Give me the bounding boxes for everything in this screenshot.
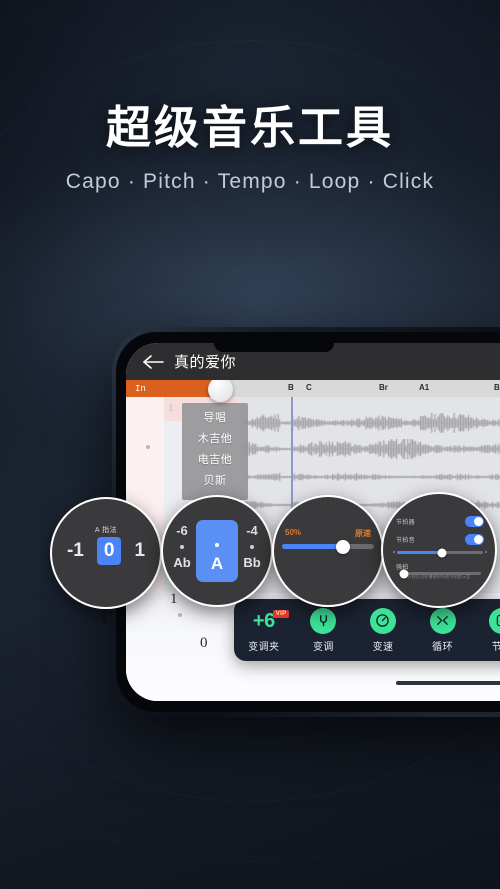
- metro-row-sound[interactable]: 节拍音: [396, 534, 484, 545]
- speedometer-icon: [369, 607, 396, 634]
- metro-slider-tick: [393, 551, 395, 553]
- metro-hint-text: 开启后可在播放时听到节拍提示音: [407, 574, 471, 579]
- metro-toggle-sound[interactable]: [465, 534, 484, 545]
- pitch-right-note: Bb: [243, 555, 261, 570]
- track-label[interactable]: 导唱: [182, 408, 248, 429]
- bottom-toolbar[interactable]: +6 VIP 变调夹 变调 变速 循环 节: [234, 599, 500, 661]
- pitch-left-note: Ab: [173, 555, 191, 570]
- bar-number: 1: [168, 402, 174, 414]
- metronome-bubble[interactable]: 节拍器 节拍音 强拍 开启后可在播放时听到节拍提示音: [381, 492, 497, 608]
- metronome-icon: [489, 607, 500, 634]
- ruler-mark[interactable]: A1: [419, 383, 429, 392]
- tempo-min-label: 50%: [285, 528, 302, 537]
- toolbar-label: 循环: [432, 641, 453, 653]
- page-subtitle: Capo · Pitch · Tempo · Loop · Click: [65, 170, 435, 194]
- pitch-left-semitone: -6: [176, 523, 188, 538]
- waveform-electric-guitar: [244, 469, 500, 485]
- toolbar-item-loop[interactable]: 循环: [413, 607, 473, 653]
- toolbar-item-tempo[interactable]: 变速: [353, 607, 413, 653]
- home-indicator: [396, 681, 500, 685]
- gutter-dot: [178, 613, 182, 617]
- toolbar-label: 变调夹: [248, 641, 280, 653]
- sheet-digit: 0: [200, 635, 208, 651]
- metro-toggle-enable[interactable]: [465, 516, 484, 527]
- toolbar-label: 变调: [312, 641, 334, 653]
- capo-option-minus-one[interactable]: -1: [67, 540, 84, 562]
- tempo-max-label: 原速: [355, 529, 371, 538]
- pitch-option-selected[interactable]: A: [196, 520, 238, 582]
- ruler-mark[interactable]: Br: [379, 383, 388, 392]
- sheet-digit: 1: [170, 591, 178, 607]
- gutter-dot: [146, 445, 150, 449]
- pitch-center-note: A: [210, 554, 224, 573]
- capo-value: +6: [252, 609, 275, 632]
- headline-block: 超级音乐工具 Capo · Pitch · Tempo · Loop · Cli…: [0, 104, 500, 194]
- ruler-mark[interactable]: B: [288, 383, 294, 392]
- pitch-right-semitone: -4: [246, 523, 258, 538]
- metro-row-label: 节拍器: [396, 520, 415, 526]
- tempo-bubble[interactable]: 50% 原速: [272, 495, 384, 607]
- back-arrow-icon[interactable]: [142, 354, 164, 370]
- pitch-bubble[interactable]: -6 Ab A -4 Bb: [161, 495, 273, 607]
- tempo-slider-fill: [282, 544, 343, 549]
- shuffle-loop-icon: [429, 607, 456, 634]
- pitch-center-dot: [215, 543, 219, 547]
- playhead-handle[interactable]: [208, 377, 233, 402]
- phone-notch: [214, 343, 334, 352]
- track-list-panel[interactable]: 导唱 木吉他 电吉他 贝斯: [182, 403, 248, 500]
- ruler-mark[interactable]: B1: [494, 383, 500, 392]
- pitch-right-dot: [250, 545, 254, 549]
- pitch-option-right[interactable]: -4 Bb: [235, 523, 269, 570]
- toolbar-item-metronome[interactable]: 节拍: [472, 607, 500, 653]
- toolbar-item-capo[interactable]: +6 VIP 变调夹: [234, 608, 294, 653]
- metro-volume-fill: [397, 551, 442, 554]
- pitch-tuning-fork-icon: [310, 607, 337, 634]
- track-label[interactable]: 电吉他: [182, 450, 248, 471]
- capo-option-one[interactable]: 1: [134, 540, 145, 562]
- metro-row-enable[interactable]: 节拍器: [396, 516, 484, 527]
- capo-bubble[interactable]: A 指法 -1 0 1: [50, 497, 162, 609]
- metro-row-accent: 强拍: [396, 562, 484, 571]
- waveform-lead-vocal: [244, 413, 500, 433]
- metro-row-label: 节拍音: [396, 538, 415, 544]
- vip-badge: VIP: [272, 609, 290, 618]
- track-label[interactable]: 贝斯: [182, 471, 248, 492]
- capo-option-zero-selected[interactable]: 0: [96, 537, 122, 565]
- capo-option-row[interactable]: -1 0 1: [52, 537, 160, 565]
- toolbar-label: 节拍: [491, 641, 500, 653]
- timeline-ruler[interactable]: In B C Br A1 B1 C1: [126, 377, 500, 402]
- track-label[interactable]: 木吉他: [182, 429, 248, 450]
- pitch-option-left[interactable]: -6 Ab: [165, 523, 199, 570]
- song-title: 真的爱你: [174, 354, 237, 371]
- tempo-range-labels: 50% 原速: [285, 528, 371, 539]
- tempo-slider[interactable]: [282, 539, 374, 554]
- ruler-mark[interactable]: C: [306, 383, 312, 392]
- metro-volume-handle[interactable]: [437, 548, 447, 557]
- pitch-left-dot: [180, 545, 184, 549]
- page-title: 超级音乐工具: [105, 102, 394, 153]
- capo-bubble-label: A 指法: [94, 527, 118, 534]
- toolbar-item-pitch[interactable]: 变调: [294, 607, 354, 653]
- metro-volume-slider[interactable]: [397, 548, 483, 557]
- toolbar-label: 变速: [372, 641, 394, 653]
- waveform-acoustic-guitar: [244, 439, 500, 459]
- metro-slider-tick: [485, 551, 487, 553]
- tempo-slider-handle[interactable]: [335, 539, 350, 554]
